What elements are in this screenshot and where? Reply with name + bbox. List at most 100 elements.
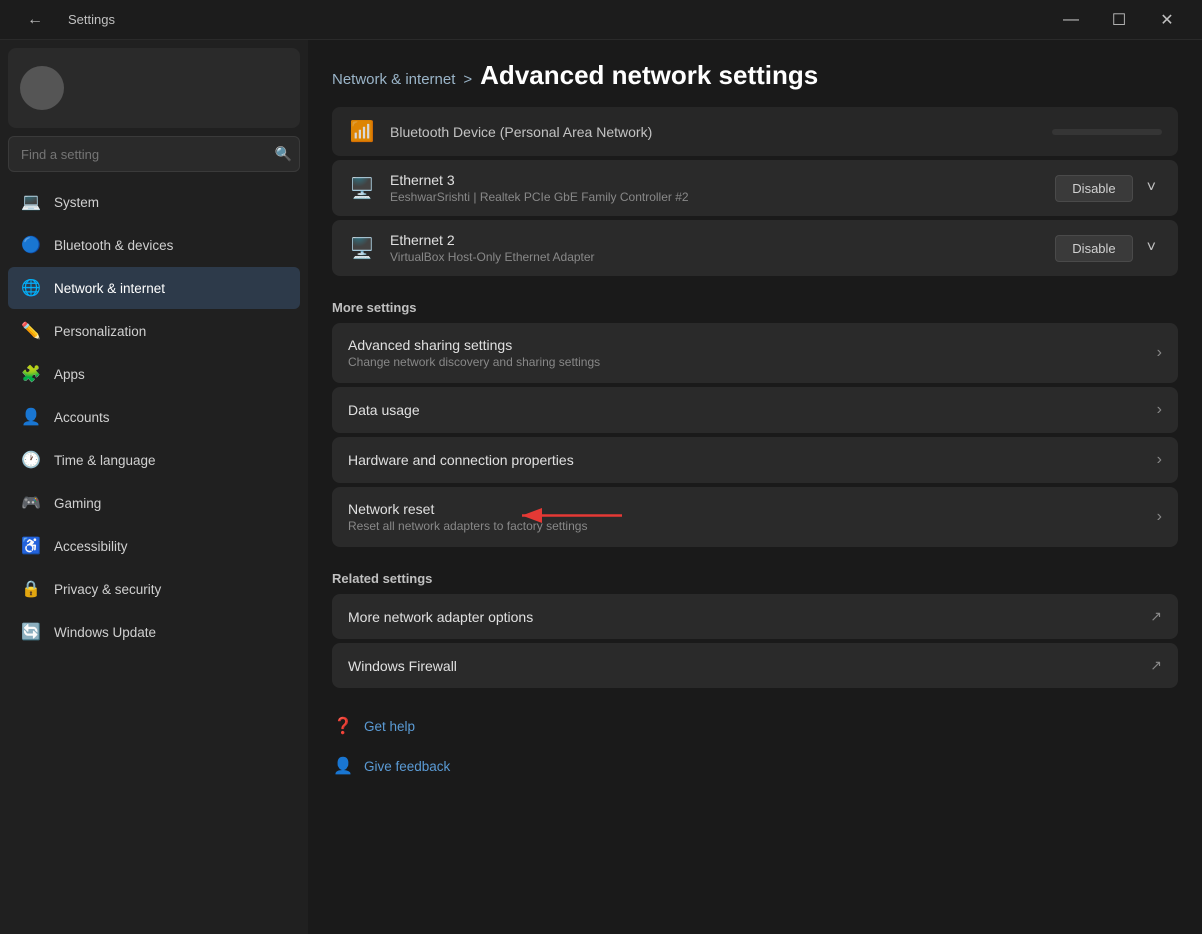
- sidebar-label-privacy: Privacy & security: [54, 582, 161, 597]
- page-title: Advanced network settings: [480, 60, 818, 91]
- data-usage-arrow: ›: [1157, 401, 1162, 419]
- search-input[interactable]: [8, 136, 300, 172]
- time-icon: 🕐: [20, 449, 42, 471]
- advanced-sharing-info: Advanced sharing settings Change network…: [348, 337, 1157, 369]
- sidebar-item-bluetooth[interactable]: 🔵 Bluetooth & devices: [8, 224, 300, 266]
- main-content: Network & internet > Advanced network se…: [308, 40, 1202, 934]
- data-usage-title: Data usage: [348, 402, 1157, 418]
- close-button[interactable]: ✕: [1144, 4, 1190, 36]
- network-reset-info: Network reset Reset all network adapters…: [348, 501, 1157, 533]
- data-usage-row[interactable]: Data usage ›: [332, 387, 1178, 433]
- network-reset-subtitle: Reset all network adapters to factory se…: [348, 519, 1157, 533]
- apps-icon: 🧩: [20, 363, 42, 385]
- windows-firewall-row[interactable]: Windows Firewall ↗: [332, 643, 1178, 688]
- sidebar-item-personalization[interactable]: ✏️ Personalization: [8, 310, 300, 352]
- network-reset-row[interactable]: Network reset Reset all network adapters…: [332, 487, 1178, 547]
- update-icon: 🔄: [20, 621, 42, 643]
- windows-firewall-title: Windows Firewall: [348, 658, 1142, 674]
- titlebar-left: ← Settings: [12, 4, 115, 36]
- network-card-icon-bluetooth: 📶: [348, 119, 376, 144]
- user-card: [8, 48, 300, 128]
- sidebar-item-gaming[interactable]: 🎮 Gaming: [8, 482, 300, 524]
- sidebar-label-personalization: Personalization: [54, 324, 146, 339]
- bottom-links: ❓ Get help 👤 Give feedback: [332, 708, 1178, 784]
- titlebar-controls: — ☐ ✕: [1048, 4, 1190, 36]
- breadcrumb-part: Network & internet: [332, 71, 455, 88]
- network-card-actions-bluetooth: [1052, 129, 1162, 135]
- avatar: [20, 66, 64, 110]
- sidebar-item-accounts[interactable]: 👤 Accounts: [8, 396, 300, 438]
- network-reset-container: Network reset Reset all network adapters…: [332, 487, 1178, 547]
- sidebar-item-network[interactable]: 🌐 Network & internet: [8, 267, 300, 309]
- bluetooth-icon: 🔵: [20, 234, 42, 256]
- sidebar-label-accounts: Accounts: [54, 410, 110, 425]
- advanced-sharing-subtitle: Change network discovery and sharing set…: [348, 355, 1157, 369]
- give-feedback-icon: 👤: [332, 756, 354, 776]
- data-usage-info: Data usage: [348, 402, 1157, 418]
- network-reset-title: Network reset: [348, 501, 1157, 517]
- sidebar-label-apps: Apps: [54, 367, 85, 382]
- sidebar-label-gaming: Gaming: [54, 496, 101, 511]
- advanced-sharing-title: Advanced sharing settings: [348, 337, 1157, 353]
- network-card-info-ethernet3: Ethernet 3 EeshwarSrishti | Realtek PCIe…: [390, 172, 1041, 204]
- more-network-adapter-title: More network adapter options: [348, 609, 1142, 625]
- sidebar-label-bluetooth: Bluetooth & devices: [54, 238, 173, 253]
- network-name-bluetooth: Bluetooth Device (Personal Area Network): [390, 124, 1038, 140]
- network-card-ethernet2: 🖥️ Ethernet 2 VirtualBox Host-Only Ether…: [332, 220, 1178, 276]
- network-card-info-ethernet2: Ethernet 2 VirtualBox Host-Only Ethernet…: [390, 232, 1041, 264]
- sidebar-item-apps[interactable]: 🧩 Apps: [8, 353, 300, 395]
- disable-button-ethernet3[interactable]: Disable: [1055, 175, 1132, 202]
- sidebar-label-system: System: [54, 195, 99, 210]
- breadcrumb: Network & internet > Advanced network se…: [332, 40, 1178, 107]
- get-help-link[interactable]: ❓ Get help: [332, 708, 1178, 744]
- advanced-sharing-row[interactable]: Advanced sharing settings Change network…: [332, 323, 1178, 383]
- network-icon: 🌐: [20, 277, 42, 299]
- hardware-connection-row[interactable]: Hardware and connection properties ›: [332, 437, 1178, 483]
- expand-button-ethernet3[interactable]: ˅: [1141, 175, 1162, 201]
- system-icon: 💻: [20, 191, 42, 213]
- search-icon[interactable]: 🔍: [275, 146, 292, 163]
- accounts-icon: 👤: [20, 406, 42, 428]
- more-settings-title: More settings: [332, 280, 1178, 323]
- hardware-connection-arrow: ›: [1157, 451, 1162, 469]
- network-desc-ethernet2: VirtualBox Host-Only Ethernet Adapter: [390, 250, 1041, 264]
- network-card-info-bluetooth: Bluetooth Device (Personal Area Network): [390, 124, 1038, 140]
- hardware-connection-info: Hardware and connection properties: [348, 452, 1157, 468]
- sidebar-item-update[interactable]: 🔄 Windows Update: [8, 611, 300, 653]
- network-desc-ethernet3: EeshwarSrishti | Realtek PCIe GbE Family…: [390, 190, 1041, 204]
- gaming-icon: 🎮: [20, 492, 42, 514]
- sidebar-item-accessibility[interactable]: ♿ Accessibility: [8, 525, 300, 567]
- advanced-sharing-arrow: ›: [1157, 344, 1162, 362]
- sidebar-label-accessibility: Accessibility: [54, 539, 128, 554]
- sidebar-label-network: Network & internet: [54, 281, 165, 296]
- disable-button-ethernet2[interactable]: Disable: [1055, 235, 1132, 262]
- sidebar-item-system[interactable]: 💻 System: [8, 181, 300, 223]
- titlebar: ← Settings — ☐ ✕: [0, 0, 1202, 40]
- network-card-bluetooth: 📶 Bluetooth Device (Personal Area Networ…: [332, 107, 1178, 156]
- external-link-icon-network: ↗: [1150, 608, 1162, 625]
- network-card-actions-ethernet3: Disable ˅: [1055, 175, 1162, 202]
- personalization-icon: ✏️: [20, 320, 42, 342]
- network-name-ethernet3: Ethernet 3: [390, 172, 1041, 188]
- sidebar-item-time[interactable]: 🕐 Time & language: [8, 439, 300, 481]
- sidebar: 🔍 💻 System 🔵 Bluetooth & devices 🌐 Netwo…: [0, 40, 308, 934]
- network-card-ethernet3: 🖥️ Ethernet 3 EeshwarSrishti | Realtek P…: [332, 160, 1178, 216]
- back-button[interactable]: ←: [12, 4, 58, 36]
- minimize-button[interactable]: —: [1048, 4, 1094, 36]
- red-arrow-annotation: [512, 502, 632, 533]
- network-card-icon-ethernet2: 🖥️: [348, 236, 376, 261]
- network-reset-arrow-icon: ›: [1157, 508, 1162, 526]
- expand-button-ethernet2[interactable]: ˅: [1141, 235, 1162, 261]
- more-network-adapter-row[interactable]: More network adapter options ↗: [332, 594, 1178, 639]
- related-settings-title: Related settings: [332, 551, 1178, 594]
- get-help-icon: ❓: [332, 716, 354, 736]
- sidebar-label-time: Time & language: [54, 453, 156, 468]
- network-name-ethernet2: Ethernet 2: [390, 232, 1041, 248]
- give-feedback-link[interactable]: 👤 Give feedback: [332, 748, 1178, 784]
- network-card-icon-ethernet3: 🖥️: [348, 176, 376, 201]
- sidebar-item-privacy[interactable]: 🔒 Privacy & security: [8, 568, 300, 610]
- titlebar-title: Settings: [68, 12, 115, 27]
- hardware-connection-title: Hardware and connection properties: [348, 452, 1157, 468]
- maximize-button[interactable]: ☐: [1096, 4, 1142, 36]
- search-box: 🔍: [8, 136, 300, 172]
